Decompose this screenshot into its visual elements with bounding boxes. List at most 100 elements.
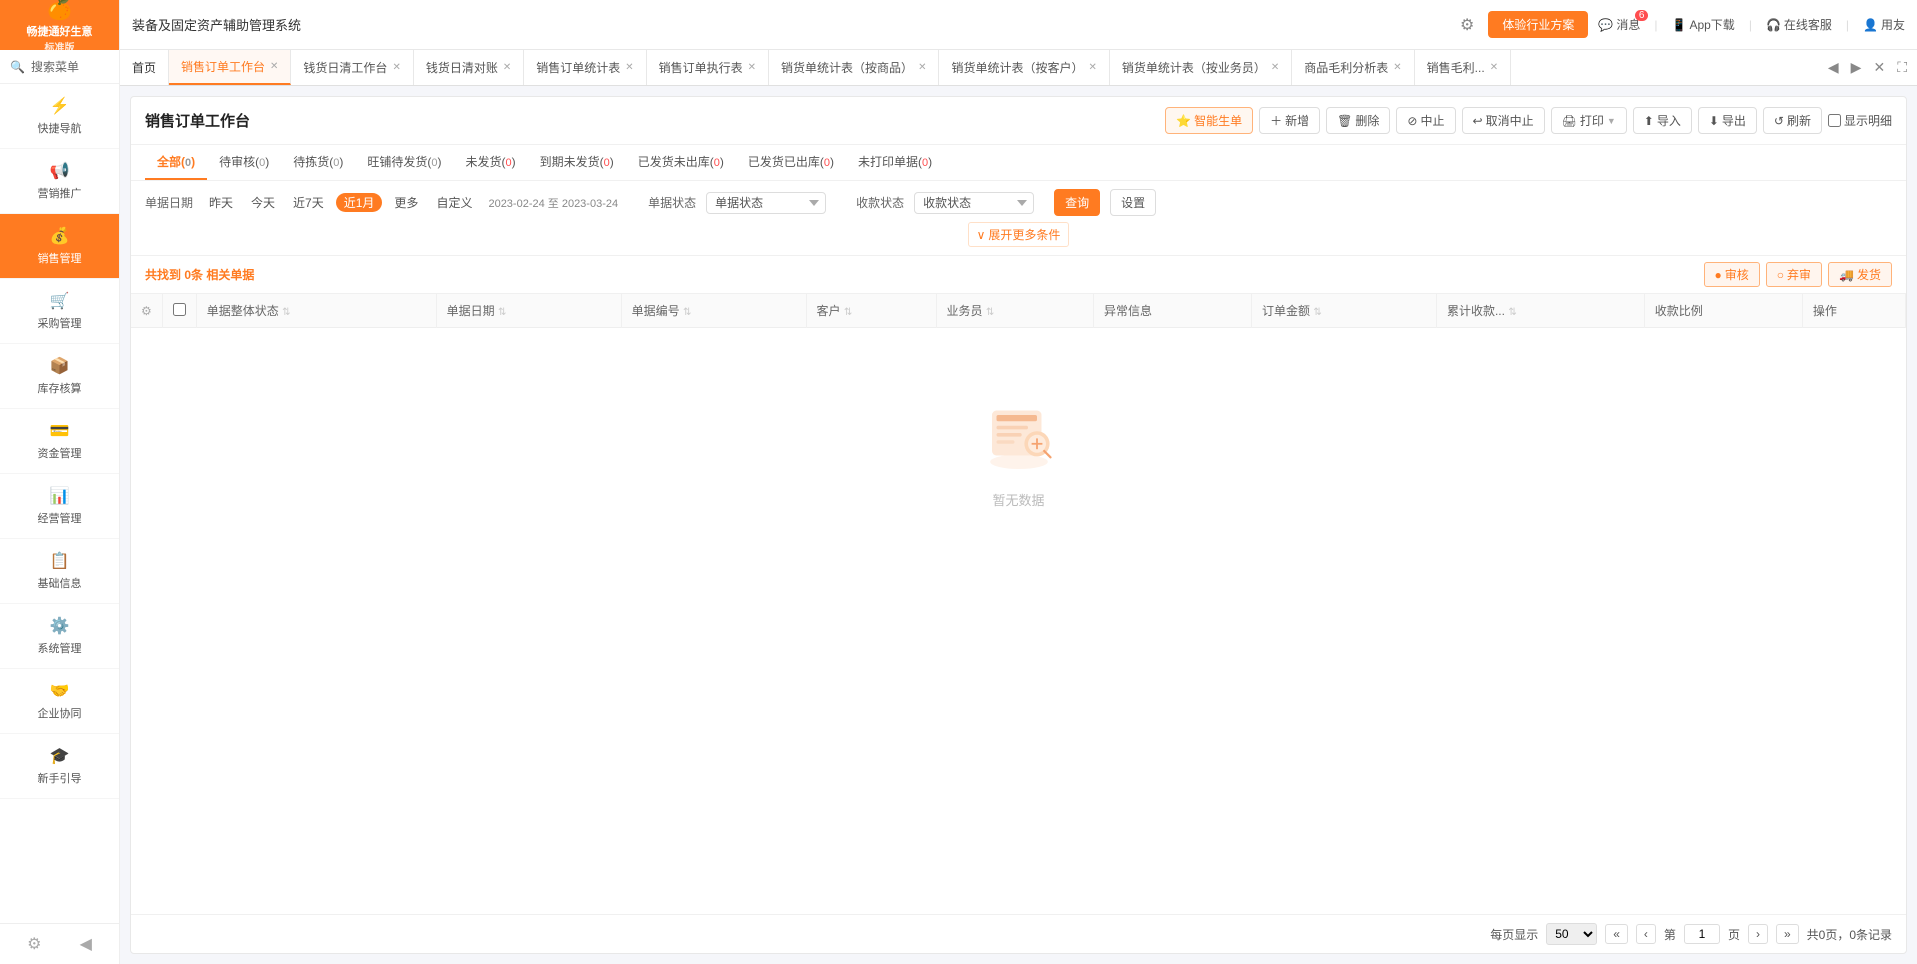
tab-2[interactable]: 钱货日清工作台✕: [291, 50, 413, 85]
delete-btn[interactable]: 🗑 删除: [1326, 107, 1390, 134]
tab-close-all-btn[interactable]: ✕: [1869, 57, 1889, 78]
sub-tab-2[interactable]: 待拣货(0): [281, 145, 355, 180]
sort-icon[interactable]: ⇅: [844, 307, 852, 318]
sub-tab-1[interactable]: 待审核(0): [207, 145, 281, 180]
tab-close-btn[interactable]: ✕: [1490, 62, 1498, 73]
deliver-btn[interactable]: 🚚 发货: [1828, 262, 1892, 287]
prev-page-btn[interactable]: ‹: [1636, 924, 1656, 944]
sub-tab-4[interactable]: 未发货(0): [454, 145, 528, 180]
audit-btn[interactable]: ● 审核: [1704, 262, 1760, 287]
sort-icon[interactable]: ⇅: [282, 307, 290, 318]
sidebar-item-quick-nav[interactable]: ⚡ 快捷导航: [0, 84, 119, 149]
page-input[interactable]: [1684, 924, 1720, 944]
date-option-today[interactable]: 今天: [245, 192, 281, 213]
tab-close-btn[interactable]: ✕: [918, 62, 926, 73]
tab-0[interactable]: 首页: [120, 50, 169, 85]
show-detail-checkbox[interactable]: 显示明细: [1828, 112, 1892, 129]
tab-next-btn[interactable]: ▶: [1847, 57, 1866, 78]
export-btn[interactable]: ⬇ 导出: [1698, 107, 1757, 134]
payment-select[interactable]: 收款状态: [914, 192, 1034, 214]
filter-bar: 单据日期 昨天 今天 近7天 近1月 更多 自定义 2023-02-24 至 2…: [131, 181, 1906, 256]
expand-more-btn[interactable]: ∨ 展开更多条件: [968, 222, 1070, 247]
col-ratio: 收款比例: [1644, 294, 1802, 328]
sidebar-search[interactable]: 🔍 搜索菜单: [0, 50, 119, 84]
sort-icon[interactable]: ⇅: [498, 307, 506, 318]
select-all-checkbox[interactable]: [173, 303, 186, 316]
online-service-btn[interactable]: 🎧 在线客服: [1766, 16, 1832, 33]
tab-expand-btn[interactable]: ⛶: [1893, 57, 1911, 78]
sidebar-item-finance[interactable]: 💳 资金管理: [0, 409, 119, 474]
import-btn[interactable]: ⬆ 导入: [1633, 107, 1692, 134]
topbar-gear-icon[interactable]: ⚙: [1460, 15, 1474, 35]
tab-4[interactable]: 销售订单统计表✕: [524, 50, 646, 85]
sidebar-collapse-btn[interactable]: ◀: [80, 934, 92, 954]
finance-icon: 💳: [50, 421, 70, 441]
sidebar-item-marketing[interactable]: 📢 营销推广: [0, 149, 119, 214]
sort-icon[interactable]: ⇅: [683, 307, 691, 318]
date-option-yesterday[interactable]: 昨天: [203, 192, 239, 213]
tab-close-btn[interactable]: ✕: [1393, 62, 1401, 73]
date-option-7days[interactable]: 近7天: [287, 192, 330, 213]
first-page-btn[interactable]: «: [1605, 924, 1628, 944]
tab-close-btn[interactable]: ✕: [503, 62, 511, 73]
card-header: 销售订单工作台 ⭐ 智能生单 ＋ 新增 🗑 删除 ⊘: [131, 97, 1906, 145]
tab-close-btn[interactable]: ✕: [625, 62, 633, 73]
tab-6[interactable]: 销货单统计表（按商品）✕: [769, 50, 939, 85]
empty-state: 暂无数据: [131, 328, 1906, 569]
date-option-1month[interactable]: 近1月: [336, 193, 383, 212]
refresh-btn[interactable]: ↺ 刷新: [1763, 107, 1822, 134]
tab-close-btn[interactable]: ✕: [270, 61, 278, 72]
message-btn[interactable]: 💬 消息 6: [1598, 16, 1640, 33]
user-btn[interactable]: 👤 用友: [1863, 16, 1905, 33]
show-detail-input[interactable]: [1828, 114, 1841, 127]
sub-tab-3[interactable]: 旺铺待发货(0): [355, 145, 453, 180]
page-size-select[interactable]: 50 10 20 100: [1546, 923, 1597, 945]
sort-icon[interactable]: ⇅: [1508, 307, 1516, 318]
sub-tab-7[interactable]: 已发货已出库(0): [736, 145, 846, 180]
sub-tab-5[interactable]: 到期未发货(0): [528, 145, 626, 180]
add-btn[interactable]: ＋ 新增: [1259, 107, 1320, 134]
sidebar-item-inventory[interactable]: 📦 库存核算: [0, 344, 119, 409]
last-page-btn[interactable]: »: [1776, 924, 1799, 944]
tab-close-btn[interactable]: ✕: [1088, 62, 1096, 73]
date-option-custom[interactable]: 自定义: [430, 192, 478, 213]
sidebar-item-operation[interactable]: 📊 经营管理: [0, 474, 119, 539]
sidebar-item-enterprise[interactable]: 🤝 企业协同: [0, 669, 119, 734]
sub-tab-0[interactable]: 全部(0): [145, 145, 207, 180]
sidebar-item-basic[interactable]: 📋 基础信息: [0, 539, 119, 604]
industry-btn[interactable]: 体验行业方案: [1488, 11, 1588, 38]
tab-10[interactable]: 销售毛利...✕: [1415, 50, 1511, 85]
date-option-more[interactable]: 更多: [388, 192, 424, 213]
tab-close-btn[interactable]: ✕: [392, 62, 400, 73]
settings-col-icon[interactable]: ⚙: [141, 304, 152, 318]
sidebar-item-sales[interactable]: 💰 销售管理: [0, 214, 119, 279]
sidebar-item-purchase[interactable]: 🛒 采购管理: [0, 279, 119, 344]
sort-icon[interactable]: ⇅: [1313, 307, 1321, 318]
status-select[interactable]: 单据状态: [706, 192, 826, 214]
tab-1[interactable]: 销售订单工作台✕: [169, 50, 291, 85]
sidebar-settings-btn[interactable]: ⚙: [27, 934, 41, 954]
sidebar-item-label: 经营管理: [38, 510, 82, 526]
tab-9[interactable]: 商品毛利分析表✕: [1292, 50, 1414, 85]
next-page-btn[interactable]: ›: [1748, 924, 1768, 944]
tab-3[interactable]: 钱货日清对账✕: [414, 50, 524, 85]
sub-tab-6[interactable]: 已发货未出库(0): [626, 145, 736, 180]
smart-btn[interactable]: ⭐ 智能生单: [1165, 107, 1253, 134]
tab-5[interactable]: 销售订单执行表✕: [647, 50, 769, 85]
stop-btn[interactable]: ⊘ 中止: [1396, 107, 1455, 134]
sort-icon[interactable]: ⇅: [986, 307, 994, 318]
tab-close-btn[interactable]: ✕: [1271, 62, 1279, 73]
tab-8[interactable]: 销货单统计表（按业务员）✕: [1110, 50, 1292, 85]
cancel-audit-btn[interactable]: ○ 弃审: [1766, 262, 1822, 287]
cancel-stop-btn[interactable]: ↩ 取消中止: [1462, 107, 1545, 134]
print-btn[interactable]: 🖨 打印 ▼: [1551, 107, 1627, 134]
sidebar-item-system[interactable]: ⚙️ 系统管理: [0, 604, 119, 669]
query-btn[interactable]: 查询: [1054, 189, 1100, 216]
app-download-btn[interactable]: 📱 App下载: [1672, 16, 1735, 33]
tab-close-btn[interactable]: ✕: [748, 62, 756, 73]
settings-filter-btn[interactable]: 设置: [1110, 189, 1156, 216]
sub-tab-8[interactable]: 未打印单据(0): [846, 145, 944, 180]
sidebar-item-guide[interactable]: 🎓 新手引导: [0, 734, 119, 799]
tab-7[interactable]: 销货单统计表（按客户）✕: [939, 50, 1109, 85]
tab-prev-btn[interactable]: ◀: [1824, 57, 1843, 78]
